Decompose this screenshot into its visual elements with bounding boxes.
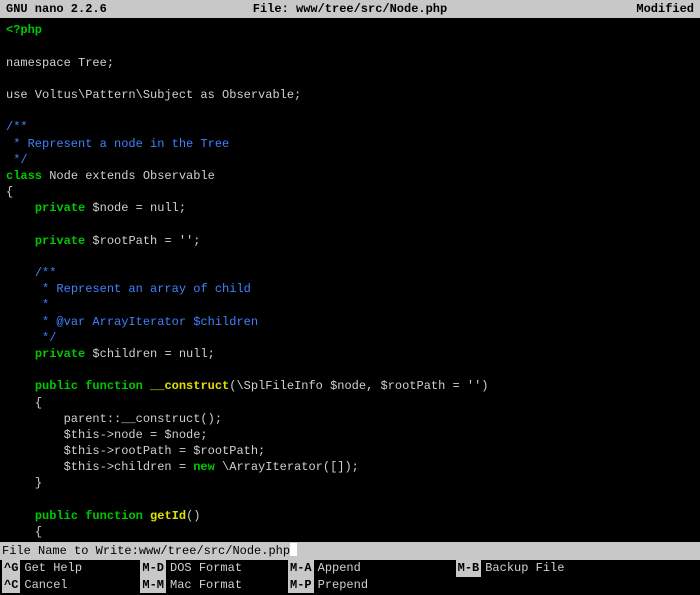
function-name: __construct [143,379,229,393]
php-open-tag: <?php [6,23,42,37]
code-line: { [35,396,42,410]
shortcut-prepend[interactable]: M-PPrepend [288,577,454,593]
keyword-private: private [35,347,85,361]
editor-area[interactable]: <?php namespace Tree; use Voltus\Pattern… [0,18,700,542]
code-comment: /** [35,266,57,280]
code-comment: * Represent a node in the Tree [6,137,229,151]
code-line: } [35,476,42,490]
code-line: { [6,185,13,199]
code-comment: * @var ArrayIterator $children [42,315,258,329]
filename-prompt[interactable]: File Name to Write: www/tree/src/Node.ph… [0,542,700,560]
prompt-label: File Name to Write: [2,543,139,559]
code-line: $this->node = $node; [64,428,208,442]
file-label: File: www/tree/src/Node.php [253,1,447,17]
shortcut-append[interactable]: M-AAppend [288,560,454,576]
code-line: (\SplFileInfo $node, $rootPath = '') [229,379,488,393]
code-line: () [186,509,200,523]
app-name: GNU nano 2.2.6 [6,1,107,17]
code-line: $this->rootPath = $rootPath; [64,444,266,458]
shortcut-backup-file[interactable]: M-BBackup File [456,560,569,576]
code-line: use Voltus\Pattern\Subject as Observable… [6,88,301,102]
keyword-function: function [78,509,143,523]
code-line: \ArrayIterator([]); [215,460,359,474]
code-line: $children = null; [85,347,215,361]
cursor-icon [290,543,297,556]
code-comment: * Represent an array of child [42,282,251,296]
keyword-private: private [35,201,85,215]
shortcut-mac-format[interactable]: M-MMac Format [140,577,286,593]
shortcut-bar: ^GGet Help M-DDOS Format M-AAppend M-BBa… [0,560,700,594]
code-line: Node extends Observable [42,169,215,183]
code-line: namespace Tree; [6,56,114,70]
code-comment: */ [42,331,56,345]
keyword-private: private [35,234,85,248]
shortcut-cancel[interactable]: ^CCancel [2,577,138,593]
code-line: $rootPath = ''; [85,234,200,248]
shortcut-dos-format[interactable]: M-DDOS Format [140,560,286,576]
keyword-class: class [6,169,42,183]
code-line: parent::__construct(); [64,412,222,426]
code-line: $node = null; [85,201,186,215]
function-name: getId [143,509,186,523]
code-comment: * [42,298,49,312]
keyword-public: public [35,509,78,523]
keyword-function: function [78,379,143,393]
modified-status: Modified [636,1,694,17]
code-line: $this->children = [64,460,194,474]
keyword-public: public [35,379,78,393]
code-comment: */ [6,153,28,167]
shortcut-get-help[interactable]: ^GGet Help [2,560,138,576]
code-comment: /** [6,120,28,134]
filename-input[interactable]: www/tree/src/Node.php [139,543,290,559]
titlebar: GNU nano 2.2.6 File: www/tree/src/Node.p… [0,0,700,18]
code-line: { [35,525,42,539]
keyword-new: new [193,460,215,474]
